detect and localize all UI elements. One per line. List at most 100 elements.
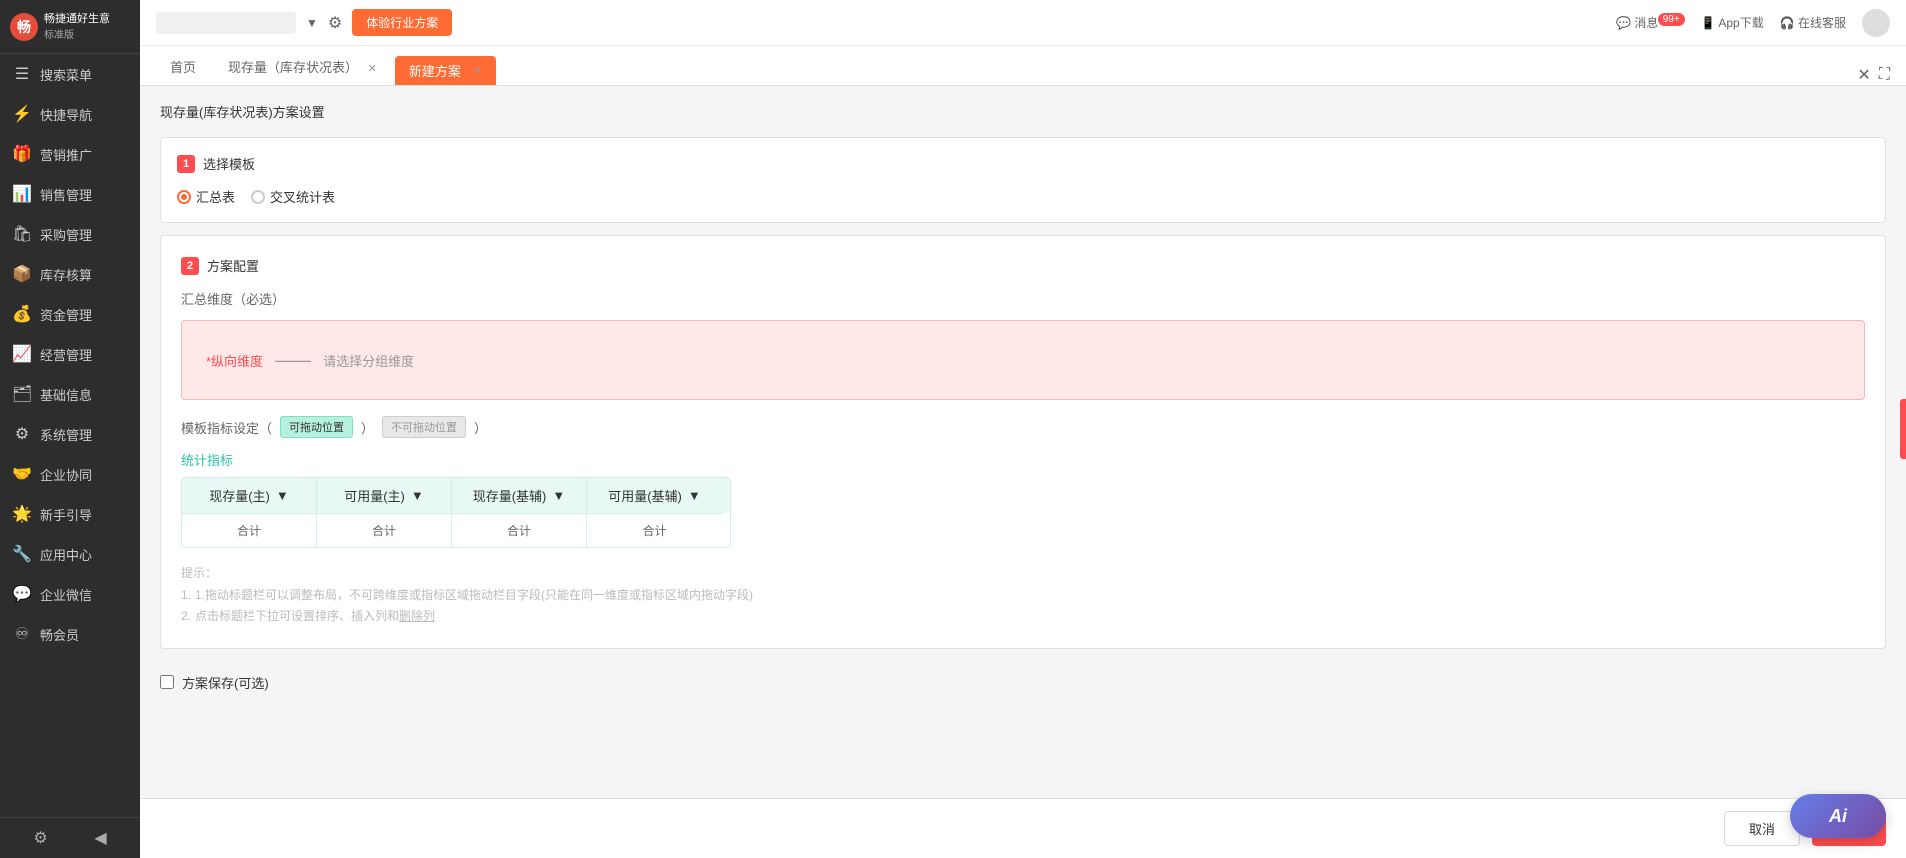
sales-icon: 📊 <box>12 184 32 204</box>
template-settings-label: 模板指标设定（ 可拖动位置 ） 不可拖动位置 ） <box>181 416 1865 438</box>
tab-close-new[interactable]: ✕ <box>473 64 482 77</box>
radio-summary-table[interactable]: 汇总表 <box>177 187 235 206</box>
cancel-button[interactable]: 取消 <box>1724 811 1800 846</box>
topbar-search-input[interactable] <box>156 12 296 34</box>
marketing-icon: 🎁 <box>12 144 32 164</box>
logo-sub: 标准版 <box>44 26 110 41</box>
stats-col-4-header[interactable]: 可用量(基辅) ▼ <box>587 478 722 513</box>
tag-separator: ） <box>361 418 374 437</box>
sidebar-item-system[interactable]: ⚙ 系统管理 <box>0 414 140 454</box>
sidebar-item-shortcut[interactable]: ⚡ 快捷导航 <box>0 94 140 134</box>
dimension-inner: *纵向维度 —— 请选择分组维度 <box>206 350 414 371</box>
col1-dropdown-icon[interactable]: ▼ <box>276 488 289 503</box>
tip-2: 2.点击标题栏下拉可设置排序、插入列和删除列 <box>181 606 1865 628</box>
stats-cell-1: 合计 <box>182 513 317 547</box>
col3-dropdown-icon[interactable]: ▼ <box>552 488 565 503</box>
sidebar-item-label: 快捷导航 <box>40 105 92 124</box>
app-center-icon: 🔧 <box>12 544 32 564</box>
tab-home[interactable]: 首页 <box>156 50 210 85</box>
sidebar-item-label: 系统管理 <box>40 425 92 444</box>
sidebar-item-member[interactable]: ♾ 畅会员 <box>0 614 140 654</box>
message-icon[interactable]: 💬 消息 99+ <box>1616 14 1685 31</box>
stats-cell-4: 合计 <box>587 513 722 547</box>
tab-expand-icon[interactable]: ⛶ <box>1879 66 1890 84</box>
sidebar-item-label: 营销推广 <box>40 145 92 164</box>
sidebar-item-label: 应用中心 <box>40 545 92 564</box>
sidebar-item-basic-info[interactable]: 🗂 基础信息 <box>0 374 140 414</box>
sidebar-item-label: 企业微信 <box>40 585 92 604</box>
section1-title: 选择模板 <box>203 154 255 173</box>
tab-actions: ✕ ⛶ <box>1857 65 1890 85</box>
tag-draggable: 可拖动位置 <box>280 416 353 438</box>
enterprise-icon: 🤝 <box>12 464 32 484</box>
sidebar-item-label: 企业协同 <box>40 465 92 484</box>
sidebar-item-app-center[interactable]: 🔧 应用中心 <box>0 534 140 574</box>
stats-cell-3: 合计 <box>452 513 587 547</box>
logo-icon: 畅 <box>10 13 38 41</box>
stats-section: 统计指标 现存量(主) ▼ 可用量(主) ▼ 现存量(基辅) <box>181 450 1865 551</box>
topbar: ▼ ⚙ 体验行业方案 💬 消息 99+ 📱 App下载 🎧 在线客服 <box>140 0 1906 46</box>
topbar-right: 💬 消息 99+ 📱 App下载 🎧 在线客服 <box>1616 9 1890 37</box>
col4-dropdown-icon[interactable]: ▼ <box>688 488 701 503</box>
ai-label: Ai <box>1829 806 1847 827</box>
radio-label-summary: 汇总表 <box>196 187 235 206</box>
sidebar-item-finance[interactable]: 💰 资金管理 <box>0 294 140 334</box>
message-label: 消息 <box>1634 16 1658 30</box>
topbar-gear-icon[interactable]: ⚙ <box>328 13 342 33</box>
sidebar-item-management[interactable]: 📈 经营管理 <box>0 334 140 374</box>
shortcut-icon: ⚡ <box>12 104 32 124</box>
sidebar-item-enterprise[interactable]: 🤝 企业协同 <box>0 454 140 494</box>
footer-bar: 取消 查询 <box>140 798 1906 858</box>
section2-number: 2 <box>181 257 199 275</box>
sidebar-item-label: 基础信息 <box>40 385 92 404</box>
sidebar-nav: ☰ 搜索菜单 ⚡ 快捷导航 🎁 营销推广 📊 销售管理 🛍 采购管理 📦 库存核… <box>0 54 140 817</box>
radio-dot-cross <box>251 190 265 204</box>
col2-dropdown-icon[interactable]: ▼ <box>411 488 424 503</box>
save-checkbox[interactable] <box>160 675 174 689</box>
stats-col-3-header[interactable]: 现存量(基辅) ▼ <box>452 478 587 513</box>
wechat-icon: 💬 <box>12 584 32 604</box>
settings-footer-icon[interactable]: ⚙ <box>33 828 47 848</box>
sidebar-item-label: 库存核算 <box>40 265 92 284</box>
tag-close-paren: ） <box>474 418 487 437</box>
tab-inventory-status[interactable]: 现存量（库存状况表） ✕ <box>214 50 391 85</box>
sidebar: 畅 畅捷通好生意 标准版 ☰ 搜索菜单 ⚡ 快捷导航 🎁 营销推广 📊 销售管理… <box>0 0 140 858</box>
tabbar: 首页 现存量（库存状况表） ✕ 新建方案 ✕ ✕ ⛶ <box>140 46 1906 86</box>
finance-icon: 💰 <box>12 304 32 324</box>
tab-close-window-icon[interactable]: ✕ <box>1857 65 1870 85</box>
sidebar-item-guide[interactable]: 🌟 新手引导 <box>0 494 140 534</box>
sidebar-item-inventory[interactable]: 📦 库存核算 <box>0 254 140 294</box>
online-service-link[interactable]: 🎧 在线客服 <box>1780 14 1846 31</box>
app-download-link[interactable]: 📱 App下载 <box>1701 14 1764 31</box>
tips: 提示： 1.1.拖动标题栏可以调整布局，不可跨维度或指标区域拖动栏目字段(只能在… <box>181 563 1865 628</box>
sidebar-item-label: 采购管理 <box>40 225 92 244</box>
basic-info-icon: 🗂 <box>12 384 32 404</box>
ai-float-button[interactable]: Ai <box>1790 794 1886 838</box>
section-config: 2 方案配置 汇总维度（必选） *纵向维度 —— 请选择分组维度 模板指标设定（… <box>160 235 1886 649</box>
sidebar-item-wechat[interactable]: 💬 企业微信 <box>0 574 140 614</box>
sidebar-item-label: 经营管理 <box>40 345 92 364</box>
topbar-dropdown-icon[interactable]: ▼ <box>306 16 318 30</box>
section1-number: 1 <box>177 155 195 173</box>
sidebar-item-sales[interactable]: 📊 销售管理 <box>0 174 140 214</box>
stats-col-2-header[interactable]: 可用量(主) ▼ <box>317 478 452 513</box>
sidebar-item-label: 新手引导 <box>40 505 92 524</box>
sidebar-item-purchase[interactable]: 🛍 采购管理 <box>0 214 140 254</box>
tab-close-inventory[interactable]: ✕ <box>368 63 377 75</box>
sidebar-footer: ⚙ ◀ <box>0 817 140 858</box>
stats-body-row: 合计 合计 合计 合计 <box>182 513 730 547</box>
user-avatar[interactable] <box>1862 9 1890 37</box>
main-area: ▼ ⚙ 体验行业方案 💬 消息 99+ 📱 App下载 🎧 在线客服 首页 现存… <box>140 0 1906 858</box>
template-radio-group: 汇总表 交叉统计表 <box>177 187 1869 206</box>
sidebar-item-search[interactable]: ☰ 搜索菜单 <box>0 54 140 94</box>
dimension-area[interactable]: *纵向维度 —— 请选择分组维度 <box>181 320 1865 400</box>
right-scroll-handle[interactable] <box>1900 399 1906 459</box>
stats-col-1-header[interactable]: 现存量(主) ▼ <box>182 478 317 513</box>
collapse-icon[interactable]: ◀ <box>94 828 106 848</box>
radio-cross-table[interactable]: 交叉统计表 <box>251 187 335 206</box>
tab-new-scheme[interactable]: 新建方案 ✕ <box>395 56 496 85</box>
tips-label: 提示： <box>181 563 1865 585</box>
trial-industry-button[interactable]: 体验行业方案 <box>352 9 452 36</box>
save-label: 方案保存(可选) <box>182 673 269 692</box>
sidebar-item-marketing[interactable]: 🎁 营销推广 <box>0 134 140 174</box>
